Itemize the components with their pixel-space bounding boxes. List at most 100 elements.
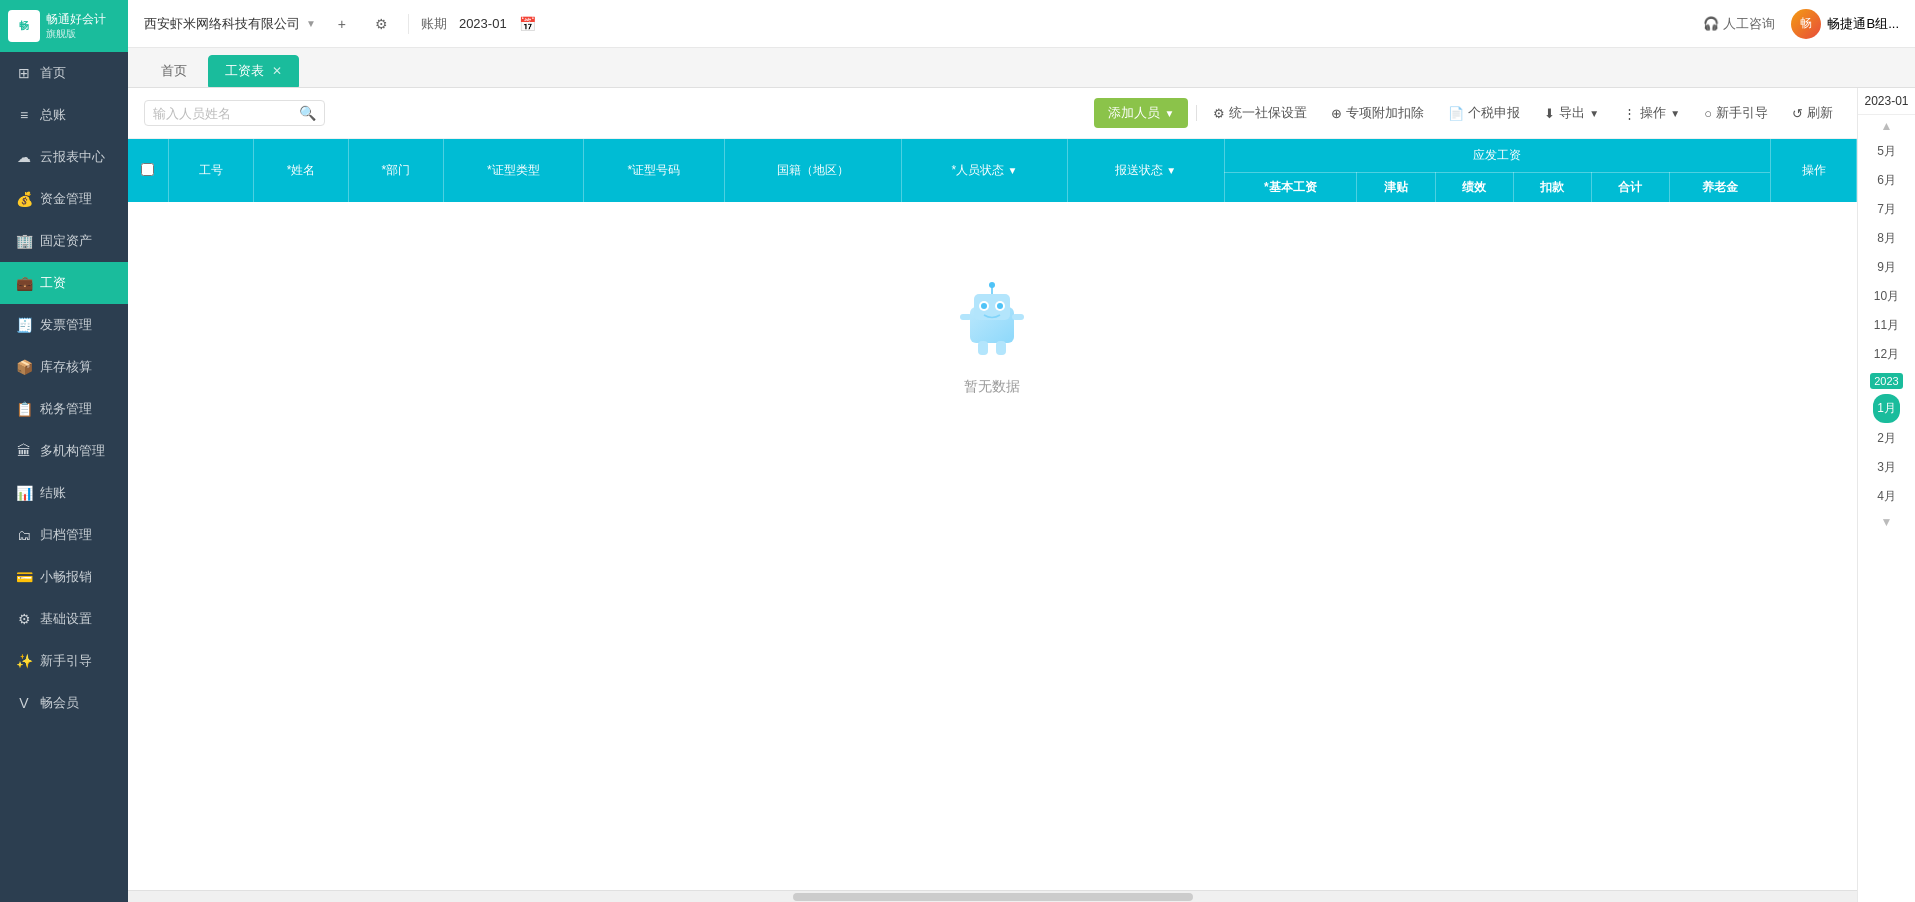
- settings-icon: ⚙: [16, 611, 32, 627]
- empty-state-cell: 暂无数据: [128, 202, 1857, 476]
- horizontal-scrollbar[interactable]: [793, 893, 1193, 901]
- user-menu[interactable]: 畅 畅捷通B组...: [1791, 9, 1899, 39]
- expense-icon: 💳: [16, 569, 32, 585]
- col-name-header: *姓名: [254, 139, 349, 202]
- payroll-main: 🔍 添加人员 ▼ ⚙ 统一社保设置 ⊕ 专项附加扣除: [128, 88, 1857, 902]
- month-scroll-down-button[interactable]: ▼: [1858, 511, 1915, 533]
- sidebar-item-guide[interactable]: ✨新手引导: [0, 640, 128, 682]
- operation-chevron-icon: ▼: [1670, 108, 1680, 119]
- col-total-header: 合计: [1591, 173, 1669, 203]
- col-id-header: 工号: [168, 139, 254, 202]
- sidebar-item-payroll[interactable]: 💼工资: [0, 262, 128, 304]
- sidebar-item-settings[interactable]: ⚙ 基础设置: [0, 598, 128, 640]
- month-item[interactable]: 12月: [1870, 340, 1903, 369]
- svg-rect-8: [960, 314, 972, 320]
- social-security-button[interactable]: ⚙ 统一社保设置: [1205, 100, 1315, 126]
- svg-point-5: [997, 303, 1003, 309]
- tab-payroll[interactable]: 工资表 ✕: [208, 55, 299, 87]
- settings-icon[interactable]: ⚙: [368, 10, 396, 38]
- headset-icon: 🎧: [1703, 16, 1719, 31]
- month-panel: 2023-01 ▲ 5月6月7月8月9月10月11月12月 2023 1月2月3…: [1857, 88, 1915, 902]
- guide-icon: ○: [1704, 106, 1712, 121]
- add-person-button[interactable]: 添加人员 ▼: [1094, 98, 1188, 128]
- calendar-icon[interactable]: 📅: [519, 16, 536, 32]
- cloud-report-icon: ☁: [16, 149, 32, 165]
- sidebar-item-label: 发票管理: [40, 316, 92, 334]
- sidebar-item-label: 工资: [40, 274, 66, 292]
- search-wrap: 🔍: [144, 100, 325, 126]
- month-scroll-up-button[interactable]: ▲: [1858, 115, 1915, 137]
- company-chevron-icon: ▼: [306, 18, 316, 29]
- topbar-right: 🎧 人工咨询 畅 畅捷通B组...: [1703, 9, 1899, 39]
- month-item[interactable]: 10月: [1870, 282, 1903, 311]
- company-name: 西安虾米网络科技有限公司: [144, 15, 300, 33]
- col-allowance-header: 津贴: [1357, 173, 1435, 203]
- add-company-button[interactable]: +: [328, 10, 356, 38]
- personal-tax-button[interactable]: 📄 个税申报: [1440, 100, 1528, 126]
- col-action-header: 操作: [1771, 139, 1857, 202]
- ledger-icon: ≡: [16, 107, 32, 123]
- month-item[interactable]: 4月: [1867, 482, 1906, 511]
- sidebar-item-home[interactable]: ⊞首页: [0, 52, 128, 94]
- sidebar-item-tax[interactable]: 📋税务管理: [0, 388, 128, 430]
- sidebar-item-fixed-assets[interactable]: 🏢固定资产: [0, 220, 128, 262]
- sidebar-item-label: 总账: [40, 106, 66, 124]
- sidebar-item-archive[interactable]: 🗂归档管理: [0, 514, 128, 556]
- month-item[interactable]: 5月: [1870, 137, 1903, 166]
- refresh-button[interactable]: ↺ 刷新: [1784, 100, 1841, 126]
- sidebar-item-label: 云报表中心: [40, 148, 105, 166]
- sidebar-item-fund[interactable]: 💰资金管理: [0, 178, 128, 220]
- col-status-header: *人员状态 ▼: [901, 139, 1067, 202]
- sidebar-item-cloud-report[interactable]: ☁ 云报表中心: [0, 136, 128, 178]
- payroll-toolbar: 🔍 添加人员 ▼ ⚙ 统一社保设置 ⊕ 专项附加扣除: [128, 88, 1857, 139]
- add-person-label: 添加人员: [1108, 104, 1160, 122]
- sidebar-item-member[interactable]: V畅会员: [0, 682, 128, 724]
- tab-close-icon[interactable]: ✕: [272, 64, 282, 78]
- multi-org-icon: 🏛: [16, 443, 32, 459]
- search-input[interactable]: [153, 106, 293, 121]
- company-selector[interactable]: 西安虾米网络科技有限公司 ▼: [144, 15, 316, 33]
- sidebar-item-invoice[interactable]: 🧾发票管理: [0, 304, 128, 346]
- select-all-checkbox[interactable]: [141, 163, 154, 176]
- archive-icon: 🗂: [16, 527, 32, 543]
- tab-payroll-label: 工资表: [225, 62, 264, 80]
- refresh-icon: ↺: [1792, 106, 1803, 121]
- sidebar-item-inventory[interactable]: 📦库存核算: [0, 346, 128, 388]
- service-button[interactable]: 🎧 人工咨询: [1703, 15, 1775, 33]
- month-item[interactable]: 2月: [1867, 424, 1906, 453]
- month-item[interactable]: 11月: [1870, 311, 1903, 340]
- month-item[interactable]: 1月: [1873, 394, 1900, 423]
- sidebar-item-label: 小畅报销: [40, 568, 92, 586]
- settle-icon: 📊: [16, 485, 32, 501]
- month-item[interactable]: 3月: [1867, 453, 1906, 482]
- tab-home[interactable]: 首页: [144, 55, 204, 87]
- svg-rect-11: [996, 341, 1006, 355]
- month-item[interactable]: 7月: [1870, 195, 1903, 224]
- special-deduction-button[interactable]: ⊕ 专项附加扣除: [1323, 100, 1432, 126]
- col-report-status-header: 报送状态 ▼: [1067, 139, 1224, 202]
- content-area: 🔍 添加人员 ▼ ⚙ 统一社保设置 ⊕ 专项附加扣除: [128, 88, 1915, 902]
- col-checkbox-header: [128, 139, 168, 202]
- col-performance-header: 绩效: [1435, 173, 1513, 203]
- month-item[interactable]: 8月: [1870, 224, 1903, 253]
- sidebar-item-label: 多机构管理: [40, 442, 105, 460]
- sidebar-item-ledger[interactable]: ≡ 总账: [0, 94, 128, 136]
- month-item[interactable]: 9月: [1870, 253, 1903, 282]
- period-value: 2023-01: [459, 16, 507, 31]
- social-security-icon: ⚙: [1213, 106, 1225, 121]
- svg-rect-10: [978, 341, 988, 355]
- logo-icon: 畅: [8, 10, 40, 42]
- sidebar-item-label: 基础设置: [40, 610, 92, 628]
- export-button[interactable]: ⬇ 导出 ▼: [1536, 100, 1607, 126]
- col-dept-header: *部门: [349, 139, 444, 202]
- sidebar-item-settle[interactable]: 📊结账: [0, 472, 128, 514]
- month-item[interactable]: 6月: [1870, 166, 1903, 195]
- operation-button[interactable]: ⋮ 操作 ▼: [1615, 100, 1688, 126]
- sidebar-item-label: 库存核算: [40, 358, 92, 376]
- sidebar-item-label: 新手引导: [40, 652, 92, 670]
- sidebar-item-multi-org[interactable]: 🏛 多机构管理: [0, 430, 128, 472]
- guide-button[interactable]: ○ 新手引导: [1696, 100, 1776, 126]
- sidebar-item-expense[interactable]: 💳 小畅报销: [0, 556, 128, 598]
- payroll-table-wrap: 工号 *姓名 *部门 *证型类型 *证型号码 国籍（地区） *人员状态 ▼ 报送…: [128, 139, 1857, 890]
- tabbar: 首页 工资表 ✕: [128, 48, 1915, 88]
